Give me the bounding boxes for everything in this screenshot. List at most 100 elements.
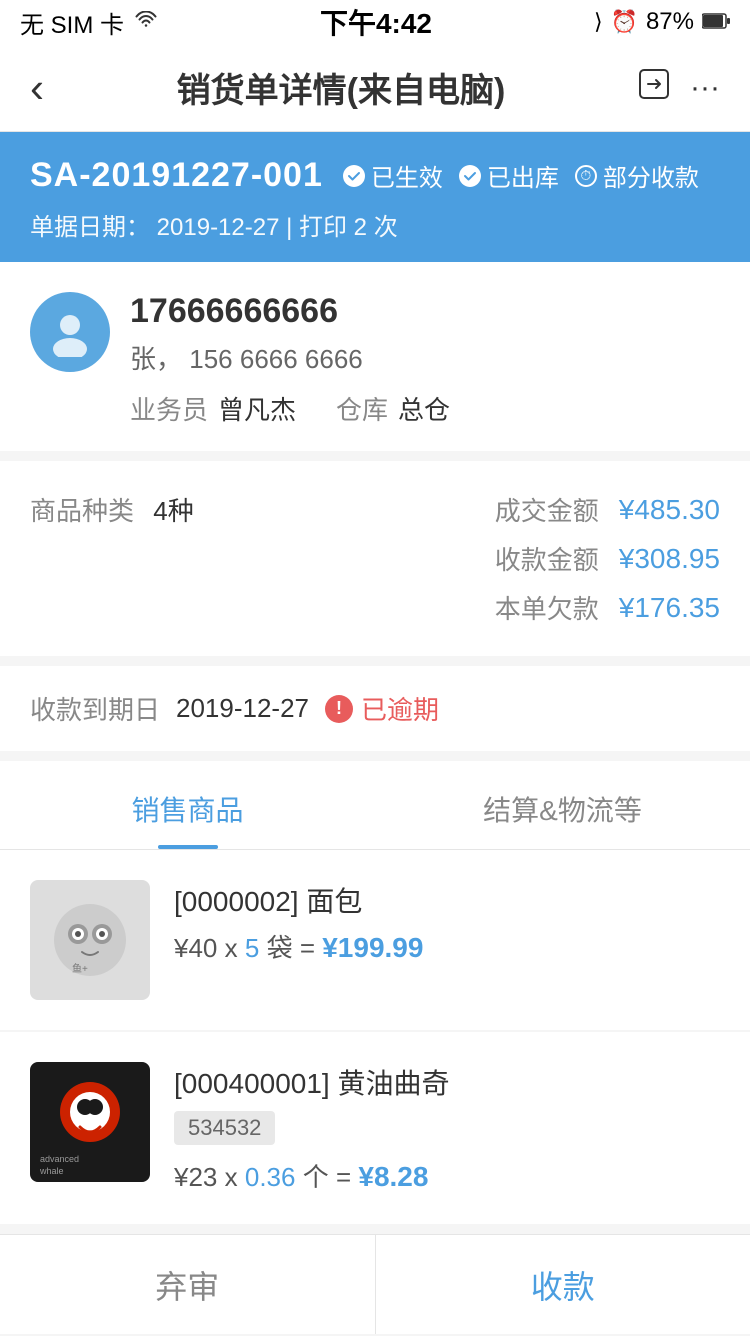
product-name-1: [0000002] 面包: [174, 880, 720, 920]
product-price-1: ¥40 x 5 袋 = ¥199.99: [174, 928, 720, 965]
badge-shipped: 已出库: [459, 158, 559, 193]
tabs-section: 销售商品 结算&物流等: [0, 761, 750, 850]
sales-name: 曾凡杰: [218, 390, 296, 427]
svg-text:advanced: advanced: [40, 1154, 79, 1164]
warehouse-label: 仓库: [336, 390, 388, 427]
deal-amount: ¥485.30: [619, 494, 720, 526]
customer-id: 17666666666: [130, 292, 720, 331]
tab-sales-label: 销售商品: [131, 795, 243, 826]
customer-info: 17666666666 张， 156 6666 6666 业务员 曾凡杰 仓库 …: [130, 292, 720, 427]
products-section: 鱼+ [0000002] 面包 ¥40 x 5 袋 = ¥199.99: [0, 850, 750, 1224]
collect-label: 收款: [531, 1262, 595, 1308]
nav-actions: ···: [638, 68, 720, 108]
order-date-row: 单据日期： 2019-12-27 | 打印 2 次: [30, 207, 720, 242]
nav-bar: ‹ 销货单详情(来自电脑) ···: [0, 44, 750, 132]
price-1: ¥40: [174, 933, 217, 963]
battery-text: 87%: [646, 8, 694, 36]
qty-1: 5: [245, 933, 267, 963]
product-title-1: 面包: [306, 886, 362, 917]
abandon-label: 弃审: [155, 1262, 219, 1308]
badge-shipped-label: 已出库: [487, 158, 559, 193]
price-2: ¥23: [174, 1162, 217, 1192]
product-type-label: 商品种类: [30, 496, 134, 526]
collected-amount: ¥308.95: [619, 543, 720, 575]
multiply-1: x: [225, 933, 245, 963]
tabs-row: 销售商品 结算&物流等: [0, 761, 750, 849]
product-card-1: 鱼+ [0000002] 面包 ¥40 x 5 袋 = ¥199.99: [0, 850, 750, 1030]
status-left: 无 SIM 卡: [20, 5, 158, 40]
status-badges: 已生效 已出库 ⏱ 部分收款: [343, 158, 699, 193]
unit-2: 个: [303, 1162, 329, 1192]
sales-label: 业务员: [130, 390, 208, 427]
order-header: SA-20191227-001 已生效 已出库 ⏱: [0, 132, 750, 262]
collect-payment-button[interactable]: 收款: [376, 1235, 750, 1334]
due-label: 收款到期日: [30, 690, 160, 727]
badge-partial: ⏱ 部分收款: [575, 158, 699, 193]
customer-name-text: 张，: [130, 344, 182, 374]
alarm-icon: ⏰: [611, 9, 638, 35]
collected-amount-row: 收款金额 ¥308.95: [495, 540, 720, 577]
abandon-review-button[interactable]: 弃审: [0, 1235, 376, 1334]
svg-text:whale: whale: [39, 1166, 64, 1176]
product-card-2: advanced whale [000400001] 黄油曲奇 534532 ¥…: [0, 1032, 750, 1224]
clock-icon: ⏱: [575, 165, 597, 187]
location-icon: ⟩: [594, 9, 603, 35]
deal-amount-label: 成交金额: [495, 491, 599, 528]
product-name-2: [000400001] 黄油曲奇: [174, 1062, 720, 1102]
owed-amount-row: 本单欠款 ¥176.35: [495, 589, 720, 626]
badge-active-label: 已生效: [371, 158, 443, 193]
page-title: 销货单详情(来自电脑): [177, 63, 506, 112]
due-section: 收款到期日 2019-12-27 ! 已逾期: [0, 666, 750, 761]
print-info: | 打印 2 次: [286, 214, 398, 241]
check-icon-1: [343, 165, 365, 187]
warehouse-meta: 仓库 总仓: [336, 390, 450, 427]
product-thumb-1: 鱼+: [30, 880, 150, 1000]
more-button[interactable]: ···: [690, 71, 720, 105]
overdue-badge: ! 已逾期: [325, 690, 439, 727]
overdue-text: 已逾期: [361, 690, 439, 727]
product-sku-2: 534532: [174, 1111, 275, 1145]
product-title-2: 黄油曲奇: [338, 1068, 450, 1099]
customer-phone-number: 156 6666 6666: [189, 344, 363, 374]
wifi-icon: [134, 9, 158, 35]
qty-value-1: 5: [245, 933, 259, 963]
customer-meta: 业务员 曾凡杰 仓库 总仓: [130, 390, 720, 427]
product-price-2: ¥23 x 0.36 个 = ¥8.28: [174, 1157, 720, 1194]
status-time: 下午4:42: [320, 2, 432, 42]
multiply-2: x: [225, 1162, 245, 1192]
tab-settlement-label: 结算&物流等: [483, 795, 642, 826]
overdue-icon: !: [325, 695, 353, 723]
avatar: [30, 292, 110, 372]
order-date: 2019-12-27: [157, 214, 280, 241]
total-2: ¥8.28: [358, 1161, 428, 1192]
equals-2: =: [336, 1162, 358, 1192]
summary-left: 商品种类 4种: [30, 491, 194, 528]
badge-active: 已生效: [343, 158, 443, 193]
battery-icon: [702, 8, 730, 36]
tab-settlement[interactable]: 结算&物流等: [375, 761, 750, 849]
product-type-count: 4种: [153, 496, 193, 526]
product-type-row: 商品种类 4种: [30, 491, 194, 528]
qty-2: 0.36: [245, 1162, 303, 1192]
back-button[interactable]: ‹: [30, 64, 44, 112]
total-1: ¥199.99: [322, 932, 423, 963]
owed-amount: ¥176.35: [619, 592, 720, 624]
warehouse-name: 总仓: [398, 390, 450, 427]
unit-1: 袋: [267, 933, 293, 963]
product-info-1: [0000002] 面包 ¥40 x 5 袋 = ¥199.99: [174, 880, 720, 965]
share-button[interactable]: [638, 68, 670, 108]
due-date: 2019-12-27: [176, 693, 309, 724]
tab-sales-products[interactable]: 销售商品: [0, 761, 375, 849]
order-id: SA-20191227-001: [30, 156, 323, 195]
status-bar: 无 SIM 卡 下午4:42 ⟩ ⏰ 87%: [0, 0, 750, 44]
collected-label: 收款金额: [495, 540, 599, 577]
deal-amount-row: 成交金额 ¥485.30: [495, 491, 720, 528]
owed-label: 本单欠款: [495, 589, 599, 626]
carrier-text: 无 SIM 卡: [20, 5, 124, 40]
summary-section: 商品种类 4种 成交金额 ¥485.30 收款金额 ¥308.95 本单欠款 ¥…: [0, 461, 750, 666]
product-code-1: [0000002]: [174, 886, 299, 917]
bottom-bar: 弃审 收款: [0, 1234, 750, 1334]
sales-meta: 业务员 曾凡杰: [130, 390, 296, 427]
summary-right: 成交金额 ¥485.30 收款金额 ¥308.95 本单欠款 ¥176.35: [495, 491, 720, 626]
product-thumb-2: advanced whale: [30, 1062, 150, 1182]
